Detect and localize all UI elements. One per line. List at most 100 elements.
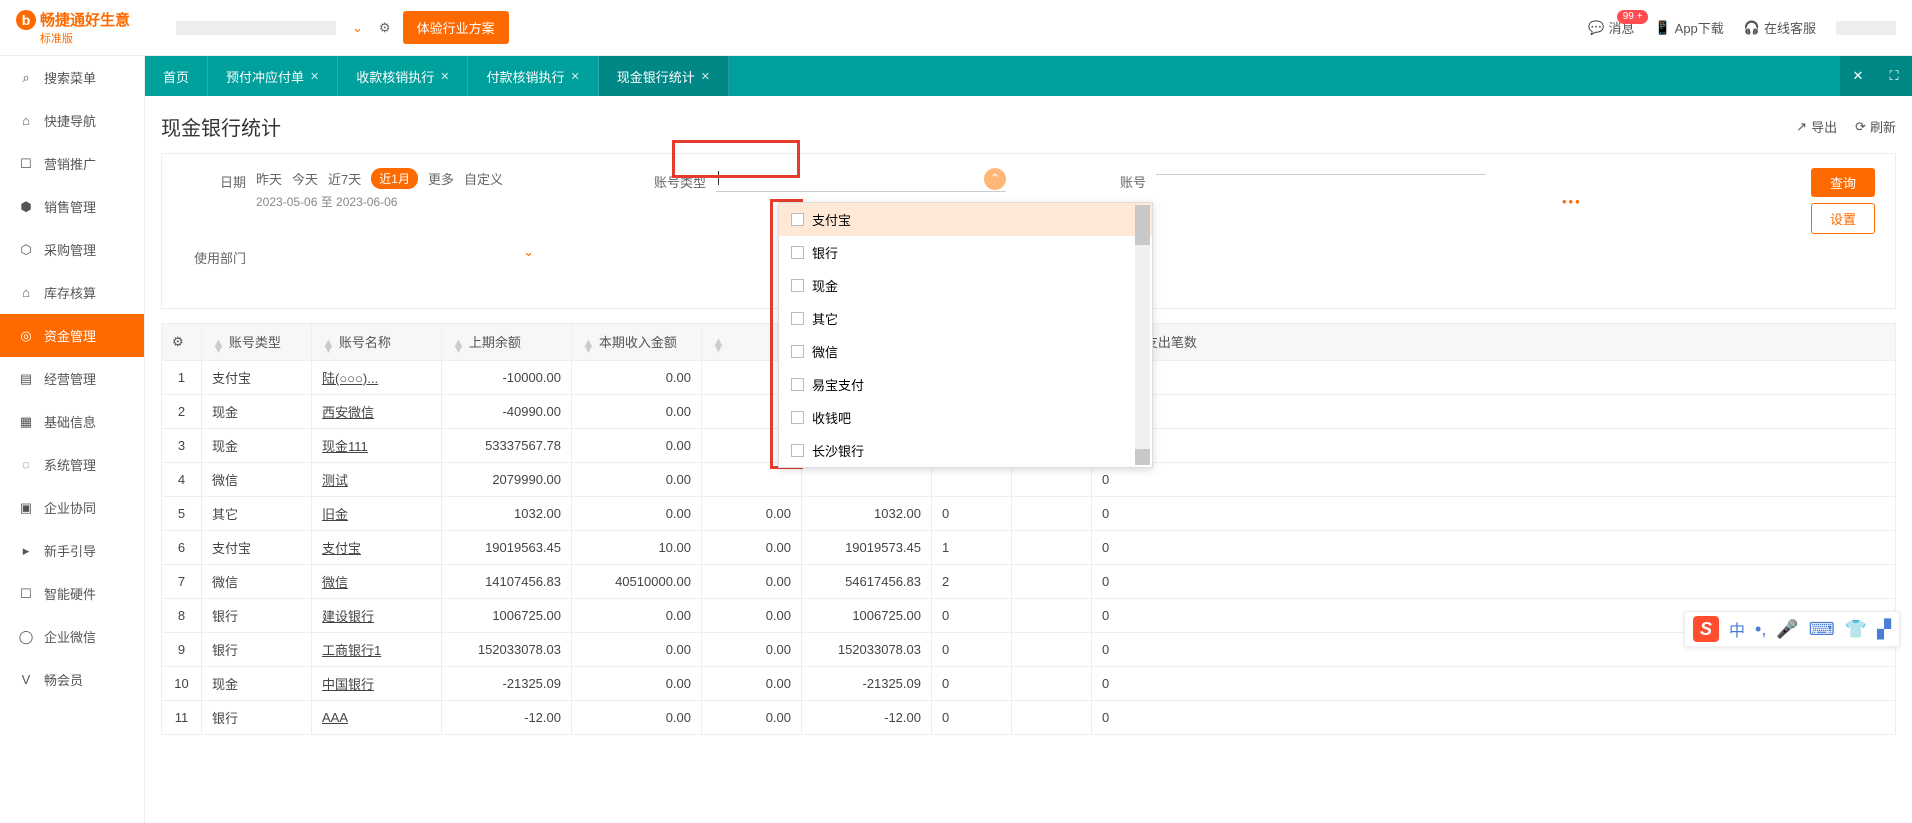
account-link[interactable]: 工商银行1 (322, 643, 381, 658)
account-link[interactable]: 微信 (322, 575, 348, 590)
account-no-input[interactable] (1156, 168, 1486, 175)
sort-icon[interactable]: ▲▼ (452, 340, 465, 352)
tab-1[interactable]: 预付冲应付单✕ (208, 56, 338, 96)
checkbox[interactable] (791, 213, 804, 226)
date-tag-0[interactable]: 昨天 (256, 169, 282, 188)
fullscreen-button[interactable]: ⛶ (1876, 56, 1912, 96)
online-service-button[interactable]: 🎧 在线客服 (1744, 18, 1816, 37)
date-tag-2[interactable]: 近7天 (328, 169, 361, 188)
industry-plan-button[interactable]: 体验行业方案 (403, 11, 509, 44)
sidebar-item-5[interactable]: ⌂库存核算 (0, 271, 144, 314)
date-tag-1[interactable]: 今天 (292, 169, 318, 188)
sort-icon[interactable]: ▲▼ (322, 340, 335, 352)
mic-icon[interactable]: 🎤 (1776, 619, 1798, 640)
scrollbar-down-button[interactable] (1135, 449, 1150, 465)
sidebar-item-12[interactable]: ☐智能硬件 (0, 572, 144, 615)
query-button[interactable]: 查询 (1811, 168, 1875, 197)
toolbox-icon[interactable]: ▞ (1877, 619, 1891, 640)
column-header-1[interactable]: ▲▼账号类型 (202, 324, 312, 361)
sort-icon[interactable]: ▲▼ (582, 340, 595, 352)
tab-2[interactable]: 收款核销执行✕ (338, 56, 468, 96)
sidebar-item-0[interactable]: ⌕搜索菜单 (0, 56, 144, 99)
refresh-button[interactable]: ⟳刷新 (1855, 117, 1896, 136)
more-filters-button[interactable]: ••• (1562, 194, 1582, 209)
sidebar-item-10[interactable]: ▣企业协同 (0, 486, 144, 529)
checkbox[interactable] (791, 279, 804, 292)
dropdown-item-5[interactable]: 易宝支付 (779, 368, 1152, 401)
account-link[interactable]: 测试 (322, 473, 348, 488)
sort-icon[interactable]: ▲▼ (212, 340, 225, 352)
skin-icon[interactable]: 👕 (1845, 619, 1867, 640)
ime-punct-icon[interactable]: •, (1755, 619, 1766, 640)
gear-icon[interactable]: ⚙ (172, 334, 184, 349)
export-button[interactable]: ↗导出 (1796, 117, 1837, 136)
account-link[interactable]: 中国银行 (322, 677, 374, 692)
sidebar-item-8[interactable]: ▦基础信息 (0, 400, 144, 443)
sidebar-item-3[interactable]: ⬢销售管理 (0, 185, 144, 228)
close-icon[interactable]: ✕ (310, 70, 319, 83)
user-area[interactable] (1836, 21, 1896, 35)
cell-cnt2: 0 (1092, 463, 1896, 497)
sidebar-item-4[interactable]: ⬡采购管理 (0, 228, 144, 271)
sidebar-item-7[interactable]: ▤经营管理 (0, 357, 144, 400)
column-header-9[interactable]: ▲▼本期支出笔数 (1092, 324, 1896, 361)
sidebar-item-1[interactable]: ⌂快捷导航 (0, 99, 144, 142)
account-link[interactable]: 支付宝 (322, 541, 361, 556)
checkbox[interactable] (791, 345, 804, 358)
tab-3[interactable]: 付款核销执行✕ (468, 56, 598, 96)
dropdown-item-4[interactable]: 微信 (779, 335, 1152, 368)
ime-toolbar[interactable]: S 中 •, 🎤 ⌨ 👕 ▞ (1684, 611, 1900, 647)
checkbox[interactable] (791, 312, 804, 325)
column-header-4[interactable]: ▲▼ 本期收入金额 (572, 324, 702, 361)
chevron-up-icon[interactable]: ⌃ (984, 168, 1006, 190)
scrollbar-thumb[interactable] (1135, 205, 1150, 245)
sidebar-item-label: 快捷导航 (44, 111, 96, 130)
date-range-text: 2023-05-06 至 2023-06-06 (256, 193, 503, 210)
column-header-3[interactable]: ▲▼上期余额 (442, 324, 572, 361)
checkbox[interactable] (791, 444, 804, 457)
tab-4[interactable]: 现金银行统计✕ (599, 56, 729, 96)
dropdown-item-3[interactable]: 其它 (779, 302, 1152, 335)
dropdown-item-7[interactable]: 长沙银行 (779, 434, 1152, 467)
dropdown-item-2[interactable]: 现金 (779, 269, 1152, 302)
sidebar-item-9[interactable]: ◌系统管理 (0, 443, 144, 486)
messages-button[interactable]: 💬 消息 99 + (1588, 18, 1634, 37)
org-selector[interactable]: ⌄ ⚙ (176, 20, 391, 36)
checkbox[interactable] (791, 411, 804, 424)
dropdown-item-6[interactable]: 收钱吧 (779, 401, 1152, 434)
account-link[interactable]: 建设银行 (322, 609, 374, 624)
checkbox[interactable] (791, 378, 804, 391)
dropdown-item-1[interactable]: 银行 (779, 236, 1152, 269)
sidebar-item-6[interactable]: ◎资金管理 (0, 314, 144, 357)
account-type-input[interactable]: ⌃ (716, 168, 1006, 192)
app-download-button[interactable]: 📱 App下载 (1654, 18, 1723, 37)
date-tag-5[interactable]: 自定义 (464, 169, 503, 188)
date-tag-3[interactable]: 近1月 (371, 168, 418, 189)
account-link[interactable]: 陆(○○○)... (322, 371, 378, 386)
dept-select[interactable]: ⌄ (256, 244, 546, 261)
sidebar-item-11[interactable]: ▸新手引导 (0, 529, 144, 572)
close-all-tabs-button[interactable]: ✕ (1840, 56, 1876, 96)
settings-button[interactable]: 设置 (1811, 203, 1875, 234)
sidebar-item-13[interactable]: ◯企业微信 (0, 615, 144, 658)
account-link[interactable]: 西安微信 (322, 405, 374, 420)
keyboard-icon[interactable]: ⌨ (1809, 619, 1835, 640)
column-header-2[interactable]: ▲▼账号名称 (312, 324, 442, 361)
close-icon[interactable]: ✕ (440, 70, 449, 83)
checkbox[interactable] (791, 246, 804, 259)
sidebar-item-14[interactable]: V畅会员 (0, 658, 144, 701)
tab-0[interactable]: 首页 (145, 56, 208, 96)
column-label: 本期收入金额 (599, 335, 677, 350)
close-icon[interactable]: ✕ (571, 70, 580, 83)
date-tag-4[interactable]: 更多 (428, 169, 454, 188)
account-link[interactable]: 旧金 (322, 507, 348, 522)
sort-icon[interactable]: ▲▼ (712, 339, 725, 351)
column-header-0[interactable]: ⚙ (162, 324, 202, 361)
sidebar-item-2[interactable]: ☐营销推广 (0, 142, 144, 185)
account-link[interactable]: 现金111 (322, 439, 368, 454)
ime-lang[interactable]: 中 (1729, 617, 1745, 641)
gear-icon[interactable]: ⚙ (379, 20, 391, 36)
dropdown-item-0[interactable]: 支付宝 (779, 203, 1152, 236)
close-icon[interactable]: ✕ (701, 70, 710, 83)
account-link[interactable]: AAA (322, 710, 348, 725)
